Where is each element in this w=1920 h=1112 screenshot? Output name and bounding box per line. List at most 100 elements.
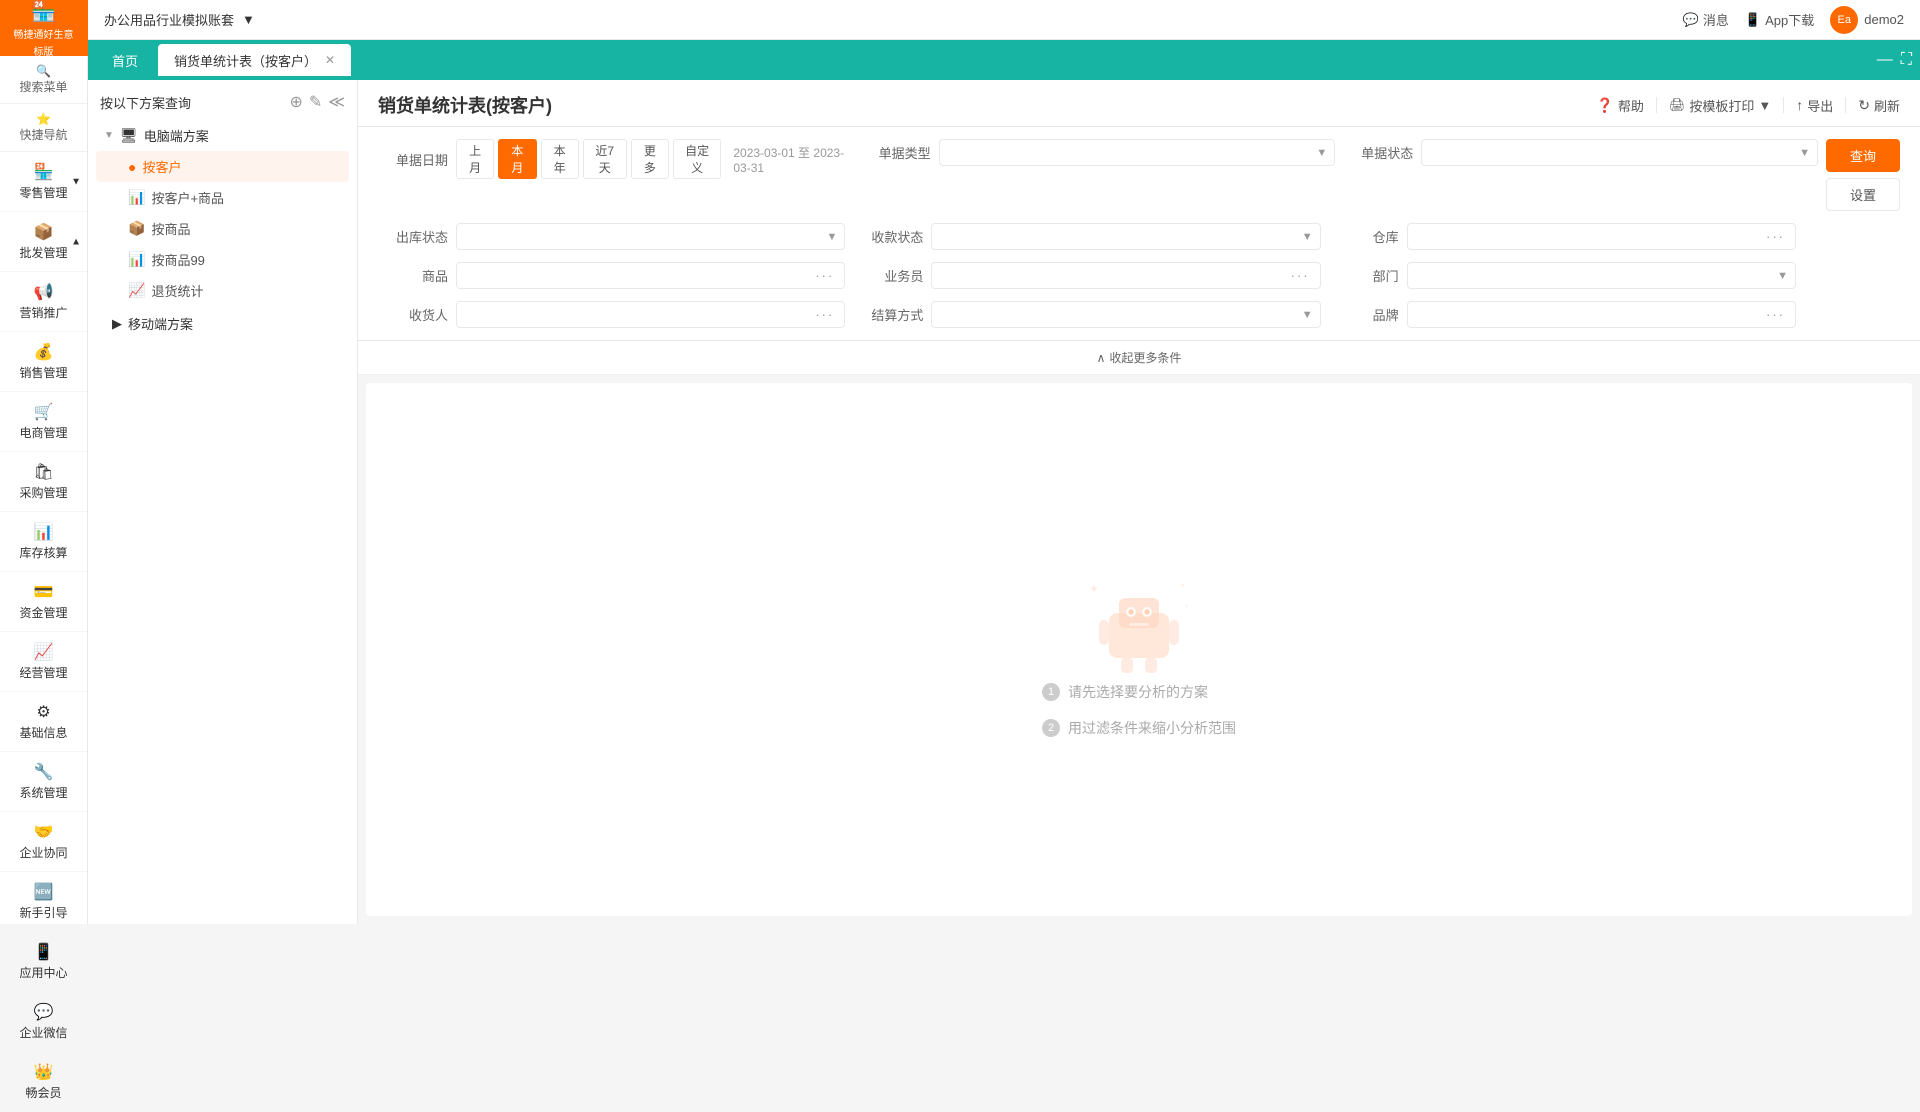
settlement-select[interactable] <box>931 301 1320 328</box>
order-status-select[interactable] <box>1421 139 1818 166</box>
add-scheme-button[interactable]: ⊕ <box>289 92 302 112</box>
sidebar-item-quick-nav[interactable]: ⭐ 快捷导航 <box>0 104 87 152</box>
empty-hint-2: 2 用过滤条件来缩小分析范围 <box>1042 714 1236 742</box>
sidebar-item-finance[interactable]: 💳 资金管理 <box>0 572 87 632</box>
filter-area: 单据日期 上月 本月 本年 近7天 更多 自定义 2023-03-01 至 20… <box>358 127 1920 341</box>
collapse-bar[interactable]: ∧ 收起更多条件 <box>358 341 1920 375</box>
sidebar-item-search-menu[interactable]: 🔍 搜索菜单 <box>0 56 87 104</box>
date-btn-last-month[interactable]: 上月 <box>456 139 494 179</box>
sidebar-item-inventory[interactable]: 📊 库存核算 <box>0 512 87 572</box>
operation-icon: 📈 <box>4 642 83 662</box>
empty-illustration: ✦ ✦ ✦ <box>1079 558 1199 678</box>
user-profile[interactable]: Ea demo2 <box>1830 6 1904 34</box>
date-btn-last7[interactable]: 近7天 <box>583 139 627 179</box>
sidebar-item-app-center[interactable]: 📱 应用中心 <box>0 932 87 992</box>
sidebar-item-enterprise[interactable]: 🤝 企业协同 <box>0 812 87 872</box>
warehouse-picker[interactable]: ··· <box>1407 223 1796 250</box>
empty-state: ✦ ✦ ✦ 1 请先选择要分析的方案 2 用过滤条件来缩小分析范围 <box>366 383 1912 916</box>
salesman-picker[interactable]: ··· <box>931 262 1320 289</box>
settings-button[interactable]: 设置 <box>1826 178 1900 211</box>
tab-minimize-button[interactable]: — <box>1877 51 1893 69</box>
stock-status-select-wrapper: ▼ <box>456 223 845 250</box>
tab-maximize-button[interactable]: ⛶ <box>1901 51 1912 69</box>
message-button[interactable]: 💬 消息 <box>1683 10 1729 29</box>
sidebar-item-purchase[interactable]: 🛍 采购管理 <box>0 452 87 512</box>
sidebar-item-system[interactable]: 🔧 系统管理 <box>0 752 87 812</box>
collapse-panel-button[interactable]: ≪ <box>328 92 345 112</box>
receiver-picker[interactable]: ··· <box>456 301 845 328</box>
payment-status-select[interactable] <box>931 223 1320 250</box>
payment-status-label: 收款状态 <box>853 227 923 246</box>
stock-status-select[interactable] <box>456 223 845 250</box>
divider3 <box>1845 97 1846 113</box>
goods-picker[interactable]: ··· <box>456 262 845 289</box>
newbie-icon: 🆕 <box>4 882 83 902</box>
sidebar-item-marketing[interactable]: 📢 营销推广 <box>0 272 87 332</box>
collapse-up-icon: ∧ <box>1097 351 1106 365</box>
settlement-select-wrapper: ▼ <box>931 301 1320 328</box>
scheme-item-by-customer[interactable]: ● 按客户 <box>96 151 349 182</box>
department-label: 部门 <box>1329 266 1399 285</box>
desktop-group-header[interactable]: ▼ 🖥 电脑端方案 <box>96 120 349 151</box>
scheme-item-by-goods-99[interactable]: 📊 按商品99 <box>96 244 349 275</box>
template-print-button[interactable]: 🖨 按模板打印 ▼ <box>1669 96 1771 115</box>
template-print-label: 按模板打印 <box>1689 96 1754 115</box>
sidebar-item-ecommerce[interactable]: 🛒 电商管理 <box>0 392 87 452</box>
tab-home[interactable]: 首页 <box>96 44 154 76</box>
refresh-icon: ↻ <box>1858 97 1870 114</box>
app-download-button[interactable]: 📱 App下载 <box>1745 10 1814 29</box>
marketing-icon: 📢 <box>4 282 83 302</box>
sidebar-item-newbie[interactable]: 🆕 新手引导 <box>0 872 87 932</box>
order-type-select[interactable] <box>939 139 1336 166</box>
sidebar-item-basic[interactable]: ⚙ 基础信息 <box>0 692 87 752</box>
scheme-tree: ▼ 🖥 电脑端方案 ● 按客户 📊 按客户+商品 📦 按商品 <box>88 120 357 341</box>
goods99-icon: 📊 <box>128 251 145 268</box>
brand-dots-icon: ··· <box>1766 307 1785 322</box>
sidebar-item-enterprise-wechat[interactable]: 💬 企业微信 <box>0 992 87 1052</box>
sidebar-item-sales[interactable]: 💰 销售管理 <box>0 332 87 392</box>
page-actions: ❓ 帮助 🖨 按模板打印 ▼ ↑ 导出 <box>1596 96 1900 115</box>
scheme-item-by-goods[interactable]: 📦 按商品 <box>96 213 349 244</box>
date-btn-this-month[interactable]: 本月 <box>498 139 536 179</box>
sidebar-item-operation[interactable]: 📈 经营管理 <box>0 632 87 692</box>
scheme-item-label: 退货统计 <box>151 281 203 300</box>
search-icon: 🔍 <box>36 64 51 78</box>
department-select[interactable] <box>1407 262 1796 289</box>
message-label: 消息 <box>1703 10 1729 29</box>
sidebar-item-label: 库存核算 <box>19 546 67 560</box>
mobile-group-header[interactable]: ▶ 移动端方案 <box>96 310 349 337</box>
hint-num-1: 1 <box>1042 683 1060 701</box>
tab-bar-actions: — ⛶ <box>1877 51 1912 69</box>
order-type-select-wrapper: ▼ <box>939 139 1336 166</box>
scheme-item-label: 按客户 <box>142 157 181 176</box>
brand-picker[interactable]: ··· <box>1407 301 1796 328</box>
sidebar-item-wholesale[interactable]: 📦 批发管理 ▲ <box>0 212 87 272</box>
export-button[interactable]: ↑ 导出 <box>1796 96 1833 115</box>
system-icon: 🔧 <box>4 762 83 782</box>
date-btn-more[interactable]: 更多 <box>631 139 669 179</box>
scheme-item-return-stat[interactable]: 📈 退货统计 <box>96 275 349 306</box>
logo[interactable]: 🏪 畅捷通好生意 标版 <box>0 0 88 56</box>
refresh-button[interactable]: ↻ 刷新 <box>1858 96 1900 115</box>
department-select-wrapper: ▼ <box>1407 262 1796 289</box>
date-btn-this-year[interactable]: 本年 <box>541 139 579 179</box>
basic-icon: ⚙ <box>4 702 83 722</box>
sidebar-item-label: 营销推广 <box>19 306 67 320</box>
query-button[interactable]: 查询 <box>1826 139 1900 172</box>
date-btn-custom[interactable]: 自定义 <box>673 139 721 179</box>
tab-sales-label: 销货单统计表（按客户） <box>174 51 317 70</box>
salesman-dots-icon: ··· <box>1291 268 1310 283</box>
edit-scheme-button[interactable]: ✎ <box>309 92 322 112</box>
tab-close-icon[interactable]: ✕ <box>325 53 335 67</box>
order-status-label: 单据状态 <box>1343 143 1413 162</box>
tab-sales-stat[interactable]: 销货单统计表（按客户） ✕ <box>158 44 351 76</box>
sidebar-item-retail[interactable]: 🏪 零售管理 ▼ <box>0 152 87 212</box>
return-icon: 📈 <box>128 282 145 299</box>
help-button[interactable]: ❓ 帮助 <box>1596 96 1643 115</box>
sidebar-item-member[interactable]: 👑 畅会员 <box>0 1052 87 1112</box>
goods-label: 商品 <box>378 266 448 285</box>
warehouse-label: 仓库 <box>1329 227 1399 246</box>
divider2 <box>1783 97 1784 113</box>
member-icon: 👑 <box>4 1062 83 1082</box>
scheme-item-by-customer-goods[interactable]: 📊 按客户+商品 <box>96 182 349 213</box>
